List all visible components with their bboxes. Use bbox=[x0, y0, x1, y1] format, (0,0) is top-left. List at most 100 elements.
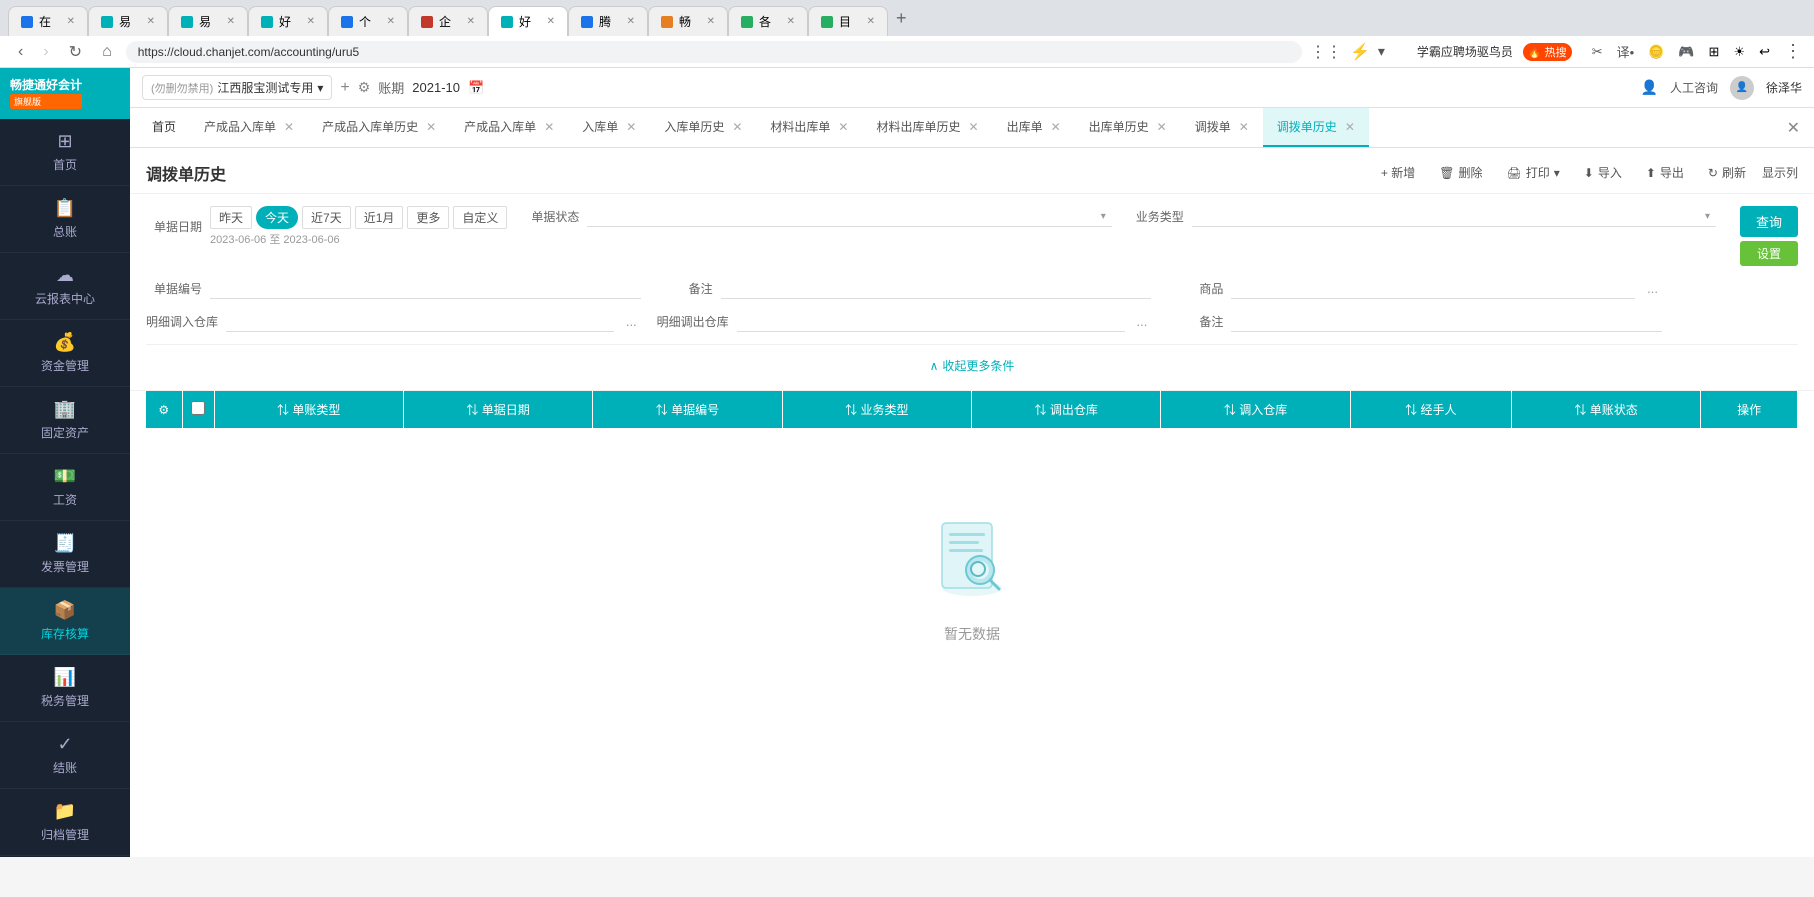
close-tab-btn-3[interactable]: ✕ bbox=[544, 120, 554, 134]
show-col-btn[interactable]: 显示列 bbox=[1762, 164, 1798, 181]
in-warehouse-input[interactable] bbox=[226, 311, 614, 332]
query-button[interactable]: 查询 bbox=[1740, 206, 1798, 237]
th-doc-date[interactable]: ⇅ 单据日期 bbox=[403, 391, 592, 428]
import-button[interactable]: ⬇ 导入 bbox=[1576, 160, 1630, 185]
export-button[interactable]: ⬆ 导出 bbox=[1638, 160, 1692, 185]
close-tab-btn-7[interactable]: ✕ bbox=[969, 120, 979, 134]
browser-tab-close-2[interactable]: ✕ bbox=[227, 16, 235, 27]
extensions-icon[interactable]: ⋮⋮ bbox=[1310, 42, 1342, 62]
browser-tab-close-3[interactable]: ✕ bbox=[307, 16, 315, 27]
sidebar-item-固定资产[interactable]: 🏢固定资产 bbox=[0, 387, 130, 454]
nav-tab-11[interactable]: 调拨单历史✕ bbox=[1263, 108, 1369, 147]
sidebar-item-发票管理[interactable]: 🧾发票管理 bbox=[0, 521, 130, 588]
browser-tab-close-7[interactable]: ✕ bbox=[627, 16, 635, 27]
close-tab-btn-8[interactable]: ✕ bbox=[1051, 120, 1061, 134]
browser-tab-close-6[interactable]: ✕ bbox=[547, 16, 555, 27]
th-doc-num[interactable]: ⇅ 单据编号 bbox=[593, 391, 782, 428]
browser-tab-6[interactable]: 好✕ bbox=[488, 6, 568, 36]
doc-num-input[interactable] bbox=[210, 278, 641, 299]
sun-icon[interactable]: ☀ bbox=[1733, 44, 1745, 60]
close-tab-btn-2[interactable]: ✕ bbox=[426, 120, 436, 134]
translate-icon[interactable]: 译• bbox=[1617, 42, 1635, 61]
nav-tab-4[interactable]: 入库单✕ bbox=[568, 108, 650, 147]
th-gear[interactable]: ⚙ bbox=[146, 391, 182, 428]
setting-button[interactable]: 设置 bbox=[1740, 241, 1798, 266]
browser-tab-close-8[interactable]: ✕ bbox=[707, 16, 715, 27]
nav-tab-5[interactable]: 入库单历史✕ bbox=[650, 108, 756, 147]
sidebar-item-库存核算[interactable]: 📦库存核算 bbox=[0, 588, 130, 655]
date-btn-更多[interactable]: 更多 bbox=[407, 206, 449, 229]
date-btn-近1月[interactable]: 近1月 bbox=[355, 206, 404, 229]
company-dropdown-icon[interactable]: ▾ bbox=[317, 81, 323, 95]
close-tab-btn-9[interactable]: ✕ bbox=[1157, 120, 1167, 134]
new-browser-tab-button[interactable]: + bbox=[888, 4, 915, 33]
nav-back-button[interactable]: ‹ bbox=[12, 41, 29, 63]
calendar-icon[interactable]: 📅 bbox=[468, 80, 484, 96]
browser-tab-8[interactable]: 畅✕ bbox=[648, 6, 728, 36]
close-tab-btn-10[interactable]: ✕ bbox=[1239, 120, 1249, 134]
menu-icon[interactable]: ⋮ bbox=[1784, 41, 1802, 62]
goods-dots[interactable]: ... bbox=[1643, 281, 1662, 296]
sidebar-item-首页[interactable]: ⊞首页 bbox=[0, 119, 130, 186]
th-in-warehouse[interactable]: ⇅ 调入仓库 bbox=[1161, 391, 1350, 428]
in-warehouse-dots[interactable]: ... bbox=[622, 314, 641, 329]
browser-tab-7[interactable]: 腾✕ bbox=[568, 6, 648, 36]
browser-tab-1[interactable]: 易✕ bbox=[88, 6, 168, 36]
browser-tab-3[interactable]: 好✕ bbox=[248, 6, 328, 36]
add-company-btn[interactable]: + bbox=[340, 79, 349, 97]
out-warehouse-dots[interactable]: ... bbox=[1133, 314, 1152, 329]
nav-tab-9[interactable]: 出库单历史✕ bbox=[1075, 108, 1181, 147]
sidebar-item-结账[interactable]: ✓结账 bbox=[0, 722, 130, 789]
nav-tab-7[interactable]: 材料出库单历史✕ bbox=[862, 108, 992, 147]
coin-icon[interactable]: 🪙 bbox=[1648, 44, 1664, 60]
sidebar-item-云报表中心[interactable]: ☁云报表中心 bbox=[0, 253, 130, 320]
status-select[interactable]: 草稿 已审核 bbox=[587, 206, 1111, 227]
home-button[interactable]: ⌂ bbox=[96, 41, 118, 63]
undo-icon[interactable]: ↩ bbox=[1759, 44, 1770, 60]
sidebar-item-工资[interactable]: 💵工资 bbox=[0, 454, 130, 521]
dropdown-icon[interactable]: ▾ bbox=[1378, 43, 1385, 60]
nav-tab-0[interactable]: 首页 bbox=[138, 108, 190, 147]
th-biz-type[interactable]: ⇅ 业务类型 bbox=[782, 391, 971, 428]
grid-icon[interactable]: ⊞ bbox=[1709, 44, 1720, 60]
th-doc-status[interactable]: ⇅ 单账状态 bbox=[1511, 391, 1700, 428]
scissors-icon[interactable]: ✂ bbox=[1592, 44, 1603, 60]
address-input[interactable] bbox=[126, 41, 1302, 63]
nav-tab-8[interactable]: 出库单✕ bbox=[993, 108, 1075, 147]
close-tab-btn-11[interactable]: ✕ bbox=[1345, 120, 1355, 134]
select-all-checkbox[interactable] bbox=[191, 401, 205, 415]
sidebar-item-基础设置[interactable]: ⚙基础设置 bbox=[0, 856, 130, 857]
delete-button[interactable]: 🗑 删除 bbox=[1431, 160, 1490, 185]
note-input[interactable] bbox=[1231, 311, 1662, 332]
close-all-tabs-btn[interactable]: ✕ bbox=[1781, 110, 1806, 146]
browser-tab-0[interactable]: 在✕ bbox=[8, 6, 88, 36]
th-doc-type[interactable]: ⇅ 单账类型 bbox=[214, 391, 403, 428]
browser-tab-close-0[interactable]: ✕ bbox=[67, 16, 75, 27]
browser-tab-9[interactable]: 各✕ bbox=[728, 6, 808, 36]
nav-tab-3[interactable]: 产成品入库单✕ bbox=[450, 108, 568, 147]
sidebar-item-总账[interactable]: 📋总账 bbox=[0, 186, 130, 253]
out-warehouse-input[interactable] bbox=[737, 311, 1125, 332]
company-selector[interactable]: (勿删勿禁用) 江西服宝测试专用 ▾ bbox=[142, 75, 332, 100]
browser-tab-close-10[interactable]: ✕ bbox=[867, 16, 875, 27]
th-out-warehouse[interactable]: ⇅ 调出仓库 bbox=[972, 391, 1161, 428]
nav-tab-1[interactable]: 产成品入库单✕ bbox=[190, 108, 308, 147]
sidebar-item-税务管理[interactable]: 📊税务管理 bbox=[0, 655, 130, 722]
browser-tab-close-5[interactable]: ✕ bbox=[467, 16, 475, 27]
browser-tab-4[interactable]: 个✕ bbox=[328, 6, 408, 36]
sidebar-item-资金管理[interactable]: 💰资金管理 bbox=[0, 320, 130, 387]
biz-type-select[interactable] bbox=[1192, 206, 1716, 227]
sidebar-item-归档管理[interactable]: 📁归档管理 bbox=[0, 789, 130, 856]
nav-tab-10[interactable]: 调拨单✕ bbox=[1181, 108, 1263, 147]
browser-tab-close-1[interactable]: ✕ bbox=[147, 16, 155, 27]
game-icon[interactable]: 🎮 bbox=[1678, 44, 1694, 60]
nav-forward-button[interactable]: › bbox=[37, 41, 54, 63]
close-tab-btn-1[interactable]: ✕ bbox=[284, 120, 294, 134]
browser-tab-5[interactable]: 企✕ bbox=[408, 6, 488, 36]
settings-icon[interactable]: ⚙ bbox=[358, 79, 371, 96]
collapse-button[interactable]: ∧ 收起更多条件 bbox=[146, 353, 1798, 378]
date-btn-自定义[interactable]: 自定义 bbox=[453, 206, 507, 229]
refresh-button[interactable]: ↻ bbox=[63, 40, 88, 64]
date-btn-今天[interactable]: 今天 bbox=[256, 206, 298, 229]
close-tab-btn-6[interactable]: ✕ bbox=[838, 120, 848, 134]
